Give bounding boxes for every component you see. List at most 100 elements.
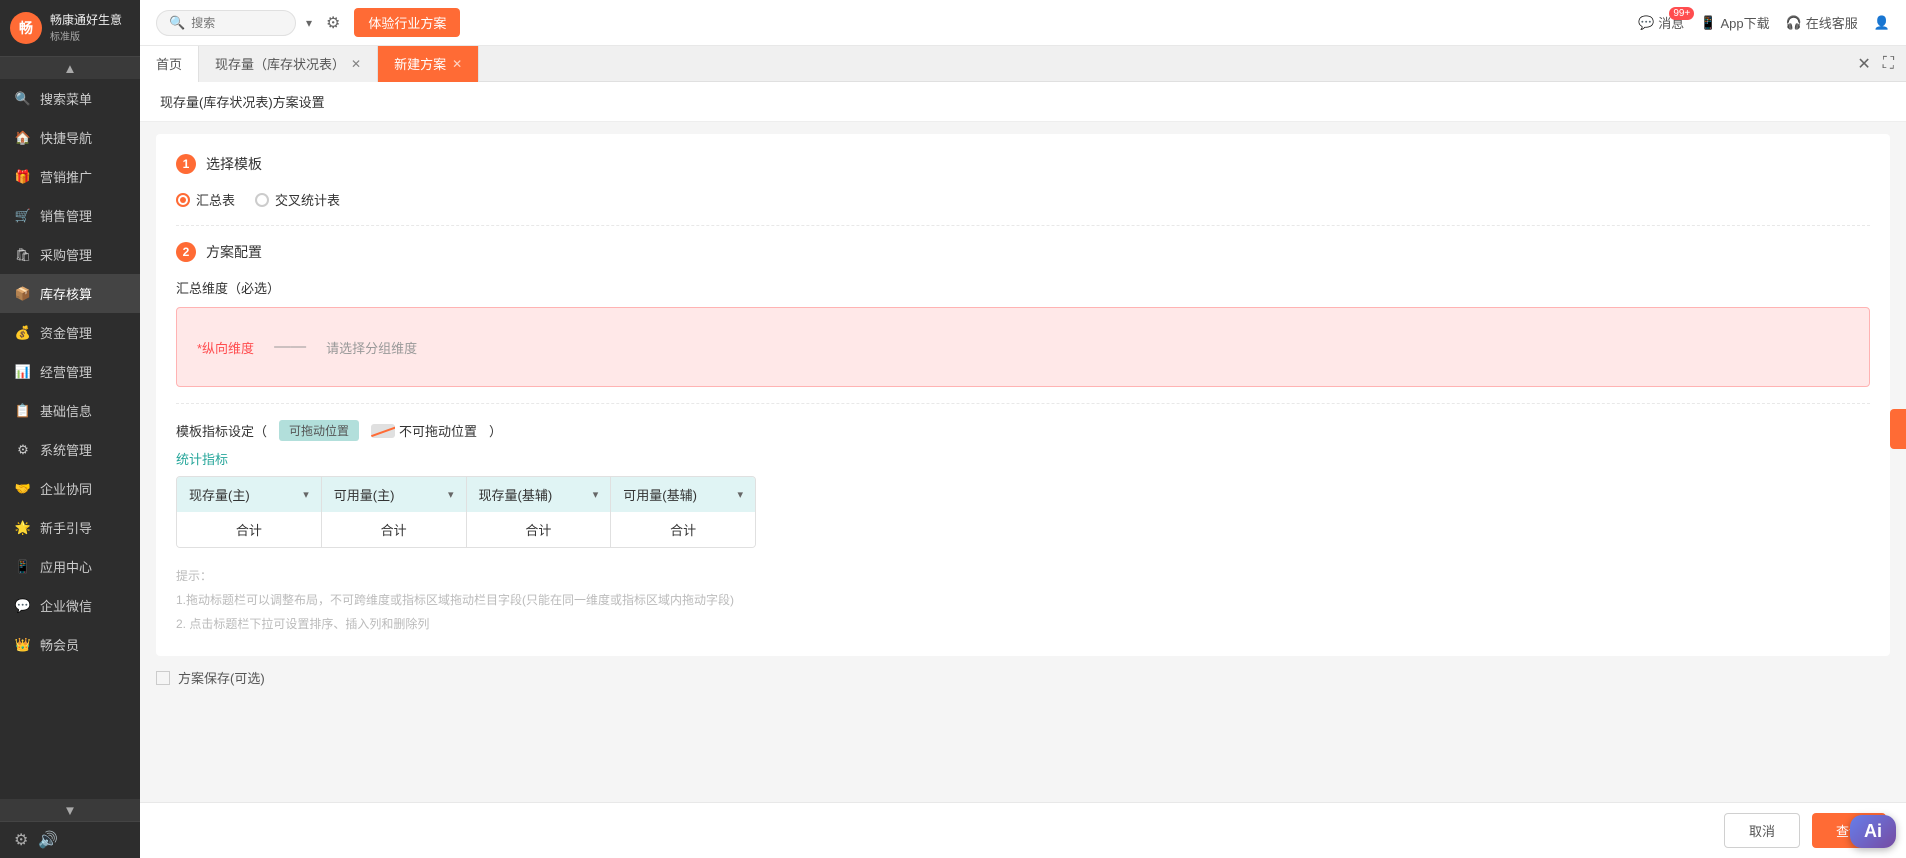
- sidebar-logo: 畅 畅康通好生意 标准版: [0, 0, 140, 57]
- topbar-dropdown-arrow[interactable]: ▾: [306, 16, 312, 30]
- app-download-btn[interactable]: 📱 App下载: [1700, 13, 1769, 32]
- sales-icon: 🛒: [14, 207, 32, 225]
- stat-col-3-header[interactable]: 可用量(基辅) ▾: [611, 477, 755, 512]
- topbar-gear-icon[interactable]: ⚙: [326, 13, 340, 33]
- tab-new-scheme-close[interactable]: ✕: [452, 57, 462, 71]
- sidebar-item-label: 采购管理: [40, 245, 92, 264]
- page-title: 现存量(库存状况表)方案设置: [160, 95, 325, 110]
- sidebar-item-membership[interactable]: 👑 畅会员: [0, 625, 140, 664]
- topbar-search-icon: 🔍: [169, 15, 185, 31]
- dimension-placeholder: 请选择分组维度: [326, 338, 417, 357]
- sidebar-item-new-guide[interactable]: 🌟 新手引导: [0, 508, 140, 547]
- dimension-box[interactable]: *纵向维度 —— 请选择分组维度: [176, 307, 1870, 387]
- stat-col-1-header[interactable]: 可用量(主) ▾: [322, 477, 467, 512]
- tips-title: 提示：: [176, 569, 212, 583]
- sidebar-item-label: 搜索菜单: [40, 89, 92, 108]
- trial-btn[interactable]: 体验行业方案: [354, 8, 460, 37]
- stat-col-0-dropdown[interactable]: ▾: [303, 488, 309, 501]
- stat-col-1-label: 可用量(主): [334, 485, 395, 504]
- topbar-search-box[interactable]: 🔍: [156, 10, 296, 36]
- tab-maximize-btn[interactable]: ⛶: [1879, 53, 1898, 75]
- stat-col-0-label: 现存量(主): [189, 485, 250, 504]
- stat-col-3-data: 合计: [611, 512, 755, 547]
- save-scheme-checkbox[interactable]: [156, 671, 170, 685]
- sidebar-item-basic-info[interactable]: 📋 基础信息: [0, 391, 140, 430]
- sidebar-item-quick-nav[interactable]: 🏠 快捷导航: [0, 118, 140, 157]
- service-icon: 🎧: [1786, 15, 1802, 31]
- sidebar-item-label: 新手引导: [40, 518, 92, 537]
- drag-indicator: 可拖动位置: [279, 420, 359, 441]
- radio-summary[interactable]: 汇总表: [176, 190, 235, 209]
- dimension-divider: [176, 403, 1870, 404]
- tip-1: 1.拖动标题栏可以调整布局，不可跨维度或指标区域拖动栏目字段(只能在同一维度或指…: [176, 593, 734, 607]
- wechat-icon: 💬: [14, 597, 32, 615]
- search-menu-icon: 🔍: [14, 90, 32, 108]
- stat-table: 现存量(主) ▾ 可用量(主) ▾ 现存量(基辅) ▾ 可用量(基辅) ▾: [176, 476, 756, 548]
- step1-title: 选择模板: [206, 154, 262, 174]
- sidebar-item-sales[interactable]: 🛒 销售管理: [0, 196, 140, 235]
- sidebar-item-label: 企业协同: [40, 479, 92, 498]
- stat-col-2-header[interactable]: 现存量(基辅) ▾: [467, 477, 612, 512]
- radio-cross[interactable]: 交叉统计表: [255, 190, 340, 209]
- main-panel: 1 选择模板 汇总表 交叉统计表 2 方案配置 汇总维度（必选）: [156, 134, 1890, 656]
- sidebar-item-label: 应用中心: [40, 557, 92, 576]
- tab-inventory-status[interactable]: 现存量（库存状况表） ✕: [199, 46, 378, 82]
- page-content: 现存量(库存状况表)方案设置 1 选择模板 汇总表 交叉统计表: [140, 82, 1906, 802]
- sidebar-item-app-center[interactable]: 📱 应用中心: [0, 547, 140, 586]
- stat-col-0-header[interactable]: 现存量(主) ▾: [177, 477, 322, 512]
- strikethrough-icon: [371, 424, 395, 438]
- sidebar-item-label: 快捷导航: [40, 128, 92, 147]
- app-logo-icon: 畅: [10, 12, 42, 44]
- sidebar-item-marketing[interactable]: 🎁 营销推广: [0, 157, 140, 196]
- sidebar-bottom: ⚙ 🔊: [0, 821, 140, 858]
- step2-header: 2 方案配置: [176, 242, 1870, 262]
- sidebar-item-inventory[interactable]: 📦 库存核算: [0, 274, 140, 313]
- online-service-btn[interactable]: 🎧 在线客服: [1786, 13, 1858, 32]
- settings-icon[interactable]: ⚙: [14, 830, 28, 850]
- tab-inventory-status-label: 现存量（库存状况表）: [215, 54, 345, 73]
- app-edition: 标准版: [50, 28, 122, 43]
- sidebar-item-label: 库存核算: [40, 284, 92, 303]
- tab-new-scheme[interactable]: 新建方案 ✕: [378, 46, 479, 82]
- messages-btn[interactable]: 💬 消息 99+: [1638, 13, 1684, 32]
- sidebar-item-search-menu[interactable]: 🔍 搜索菜单: [0, 79, 140, 118]
- sidebar-item-operations[interactable]: 📊 经营管理: [0, 352, 140, 391]
- tab-close-window-btn[interactable]: ✕: [1853, 52, 1874, 76]
- sidebar-scroll-down[interactable]: ▼: [0, 799, 140, 821]
- tip-2: 2. 点击标题栏下拉可设置排序、插入列和删除列: [176, 617, 429, 631]
- tips-section: 提示： 1.拖动标题栏可以调整布局，不可跨维度或指标区域拖动栏目字段(只能在同一…: [176, 564, 1870, 636]
- ai-badge[interactable]: Ai: [1850, 815, 1896, 848]
- radio-cross-circle: [255, 193, 269, 207]
- sidebar-item-company[interactable]: 🤝 企业协同: [0, 469, 140, 508]
- sidebar-scroll-up[interactable]: ▲: [0, 57, 140, 79]
- cancel-button[interactable]: 取消: [1724, 813, 1800, 848]
- tab-inventory-status-close[interactable]: ✕: [351, 57, 361, 71]
- stat-col-0-data: 合计: [177, 512, 322, 547]
- stat-col-1-dropdown[interactable]: ▾: [448, 488, 454, 501]
- radio-summary-circle: [176, 193, 190, 207]
- radio-cross-label: 交叉统计表: [275, 190, 340, 209]
- online-service-label: 在线客服: [1806, 13, 1858, 32]
- sidebar-nav: 🔍 搜索菜单 🏠 快捷导航 🎁 营销推广 🛒 销售管理 🛍 采购管理 📦 库存核…: [0, 79, 140, 799]
- user-avatar[interactable]: 👤: [1874, 15, 1890, 31]
- save-scheme-label: 方案保存(可选): [178, 668, 265, 687]
- stat-col-3-dropdown[interactable]: ▾: [737, 488, 743, 501]
- company-icon: 🤝: [14, 480, 32, 498]
- no-drag-label: 不可拖动位置: [399, 421, 477, 440]
- finance-icon: 💰: [14, 324, 32, 342]
- sidebar-item-purchase[interactable]: 🛍 采购管理: [0, 235, 140, 274]
- stat-col-2-label: 现存量(基辅): [479, 485, 553, 504]
- speaker-icon[interactable]: 🔊: [38, 830, 58, 850]
- stat-col-2-dropdown[interactable]: ▾: [593, 488, 599, 501]
- tab-home[interactable]: 首页: [140, 46, 199, 82]
- sidebar-item-wechat[interactable]: 💬 企业微信: [0, 586, 140, 625]
- topbar-search-input[interactable]: [191, 16, 281, 30]
- sidebar-item-system[interactable]: ⚙ 系统管理: [0, 430, 140, 469]
- basic-info-icon: 📋: [14, 402, 32, 420]
- sidebar-item-finance[interactable]: 💰 资金管理: [0, 313, 140, 352]
- stat-table-header: 现存量(主) ▾ 可用量(主) ▾ 现存量(基辅) ▾ 可用量(基辅) ▾: [177, 477, 755, 512]
- right-edge-btn[interactable]: [1890, 409, 1906, 449]
- app-download-icon: 📱: [1700, 15, 1716, 31]
- quick-nav-icon: 🏠: [14, 129, 32, 147]
- stat-col-1-data: 合计: [322, 512, 467, 547]
